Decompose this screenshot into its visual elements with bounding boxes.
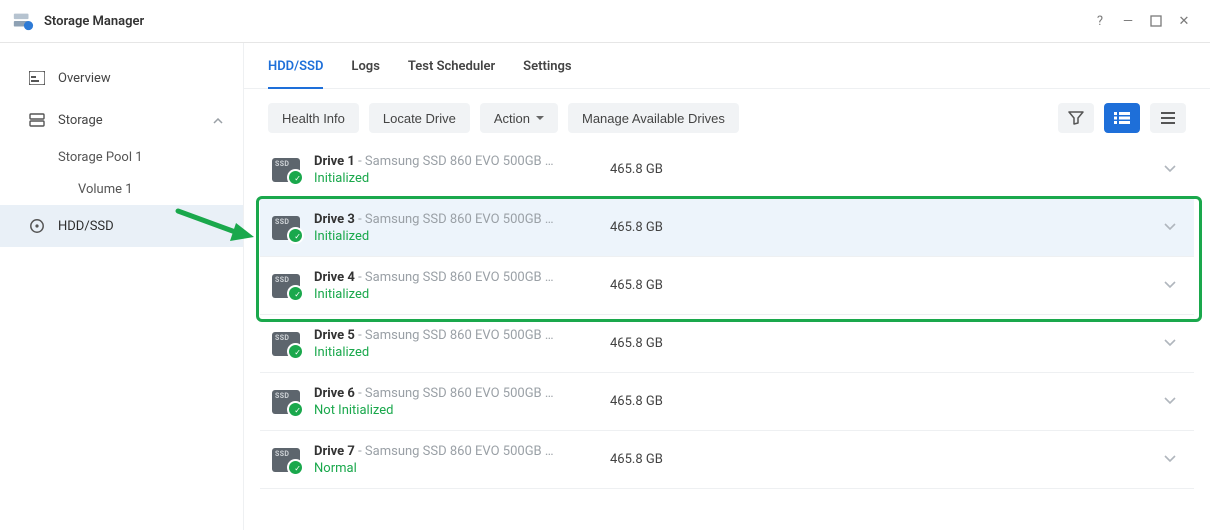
- app-icon: [12, 10, 34, 32]
- drive-row[interactable]: ✓ Drive 3 - Samsung SSD 860 EVO 500GB … In…: [260, 199, 1194, 257]
- sidebar-item-volume-1[interactable]: Volume 1: [0, 173, 243, 205]
- drive-info: Drive 6 - Samsung SSD 860 EVO 500GB … Not…: [314, 386, 596, 418]
- drive-row[interactable]: ✓ Drive 1 - Samsung SSD 860 EVO 500GB … In…: [260, 141, 1194, 199]
- drive-status: Initialized: [314, 345, 596, 360]
- drive-name: Drive 5: [314, 328, 355, 343]
- drive-status: Initialized: [314, 229, 596, 244]
- drive-status: Normal: [314, 461, 596, 476]
- overview-icon: [28, 69, 46, 87]
- ssd-icon: ✓: [272, 216, 300, 240]
- drive-model: - Samsung SSD 860 EVO 500GB …: [355, 444, 554, 459]
- drive-status: Not Initialized: [314, 403, 596, 418]
- sidebar-item-storage-pool-1[interactable]: Storage Pool 1: [0, 141, 243, 173]
- help-button[interactable]: ?: [1086, 7, 1114, 35]
- ssd-icon: ✓: [272, 448, 300, 472]
- drive-row[interactable]: ✓ Drive 7 - Samsung SSD 860 EVO 500GB … No…: [260, 431, 1194, 489]
- hdd-icon: [28, 217, 46, 235]
- sidebar-item-overview[interactable]: Overview: [0, 57, 243, 99]
- tab-logs[interactable]: Logs: [351, 59, 379, 88]
- drive-list: ✓ Drive 1 - Samsung SSD 860 EVO 500GB … In…: [244, 141, 1210, 489]
- sidebar: Overview Storage Storage Pool 1 Volume 1: [0, 43, 244, 530]
- drive-name: Drive 3: [314, 212, 355, 227]
- drive-capacity: 465.8 GB: [610, 162, 730, 177]
- manage-drives-button[interactable]: Manage Available Drives: [568, 103, 739, 133]
- drive-model: - Samsung SSD 860 EVO 500GB …: [355, 328, 554, 343]
- chevron-down-icon: [1164, 278, 1176, 293]
- chevron-up-icon: [213, 113, 223, 128]
- drive-row[interactable]: ✓ Drive 6 - Samsung SSD 860 EVO 500GB … No…: [260, 373, 1194, 431]
- drive-model: - Samsung SSD 860 EVO 500GB …: [355, 386, 554, 401]
- drive-info: Drive 4 - Samsung SSD 860 EVO 500GB … Ini…: [314, 270, 596, 302]
- chevron-down-icon: [1164, 336, 1176, 351]
- ssd-icon: ✓: [272, 274, 300, 298]
- drive-info: Drive 5 - Samsung SSD 860 EVO 500GB … Ini…: [314, 328, 596, 360]
- drive-info: Drive 7 - Samsung SSD 860 EVO 500GB … Nor…: [314, 444, 596, 476]
- maximize-button[interactable]: [1142, 7, 1170, 35]
- chevron-down-icon: [1164, 220, 1176, 235]
- compact-view-button[interactable]: [1150, 103, 1186, 133]
- drive-capacity: 465.8 GB: [610, 336, 730, 351]
- drive-name: Drive 6: [314, 386, 355, 401]
- locate-drive-button[interactable]: Locate Drive: [369, 103, 470, 133]
- drive-row[interactable]: ✓ Drive 5 - Samsung SSD 860 EVO 500GB … In…: [260, 315, 1194, 373]
- app-window: Storage Manager ? — ✕ Overview Storage: [0, 0, 1210, 530]
- chevron-down-icon: [1164, 394, 1176, 409]
- drive-capacity: 465.8 GB: [610, 220, 730, 235]
- sidebar-item-label: Storage: [58, 113, 103, 128]
- list-view-button[interactable]: [1104, 103, 1140, 133]
- drive-name: Drive 7: [314, 444, 355, 459]
- toolbar: Health Info Locate Drive Action Manage A…: [244, 89, 1210, 141]
- sidebar-item-hdd-ssd[interactable]: HDD/SSD: [0, 205, 243, 247]
- drive-capacity: 465.8 GB: [610, 394, 730, 409]
- sidebar-item-label: Volume 1: [78, 182, 133, 197]
- drive-capacity: 465.8 GB: [610, 278, 730, 293]
- chevron-down-icon: [1164, 452, 1176, 467]
- drive-name: Drive 1: [314, 154, 355, 169]
- tab-settings[interactable]: Settings: [523, 59, 571, 88]
- window-title: Storage Manager: [44, 14, 144, 29]
- tab-strip: HDD/SSD Logs Test Scheduler Settings: [244, 43, 1210, 89]
- main-panel: HDD/SSD Logs Test Scheduler Settings Hea…: [244, 43, 1210, 530]
- tab-test-scheduler[interactable]: Test Scheduler: [408, 59, 495, 88]
- drive-model: - Samsung SSD 860 EVO 500GB …: [355, 270, 554, 285]
- drive-row[interactable]: ✓ Drive 4 - Samsung SSD 860 EVO 500GB … In…: [260, 257, 1194, 315]
- drive-model: - Samsung SSD 860 EVO 500GB …: [355, 212, 554, 227]
- drive-model: - Samsung SSD 860 EVO 500GB …: [355, 154, 554, 169]
- drive-status: Initialized: [314, 287, 596, 302]
- drive-info: Drive 3 - Samsung SSD 860 EVO 500GB … Ini…: [314, 212, 596, 244]
- ssd-icon: ✓: [272, 332, 300, 356]
- titlebar: Storage Manager ? — ✕: [0, 0, 1210, 43]
- drive-capacity: 465.8 GB: [610, 452, 730, 467]
- action-dropdown[interactable]: Action: [480, 103, 558, 133]
- drive-name: Drive 4: [314, 270, 355, 285]
- storage-icon: [28, 111, 46, 129]
- tab-hdd-ssd[interactable]: HDD/SSD: [268, 59, 323, 88]
- close-button[interactable]: ✕: [1170, 7, 1198, 35]
- chevron-down-icon: [1164, 162, 1176, 177]
- ssd-icon: ✓: [272, 390, 300, 414]
- health-info-button[interactable]: Health Info: [268, 103, 359, 133]
- minimize-button[interactable]: —: [1114, 7, 1142, 35]
- drive-info: Drive 1 - Samsung SSD 860 EVO 500GB … Ini…: [314, 154, 596, 186]
- sidebar-item-label: Storage Pool 1: [58, 150, 143, 165]
- sidebar-item-label: Overview: [58, 71, 111, 86]
- drive-status: Initialized: [314, 171, 596, 186]
- ssd-icon: ✓: [272, 158, 300, 182]
- filter-button[interactable]: [1058, 103, 1094, 133]
- sidebar-item-label: HDD/SSD: [58, 219, 114, 234]
- sidebar-item-storage[interactable]: Storage: [0, 99, 243, 141]
